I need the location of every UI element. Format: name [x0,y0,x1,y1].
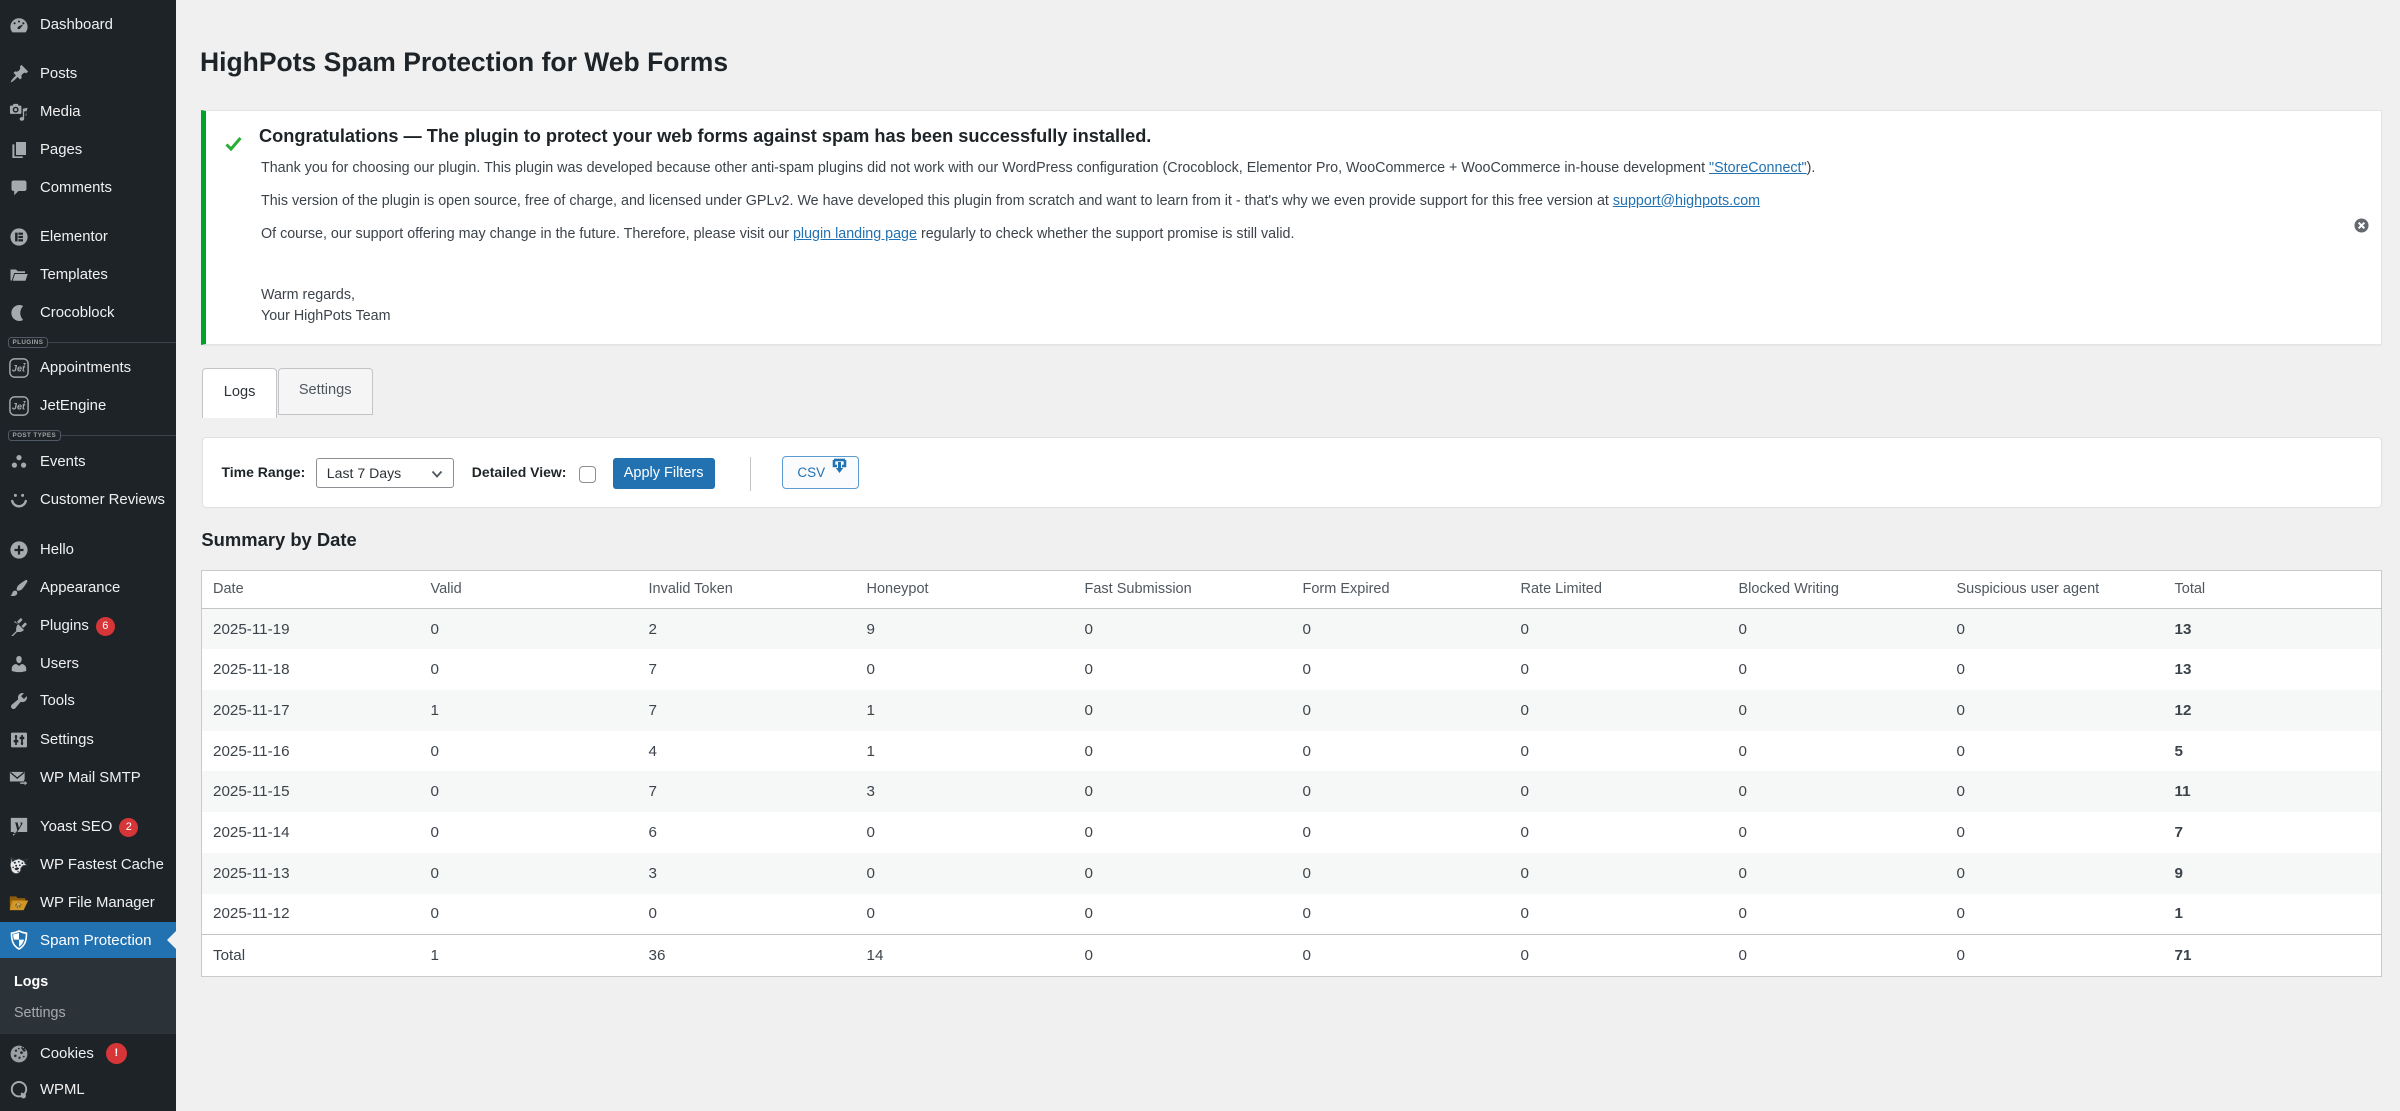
svg-text:y: y [13,816,23,835]
svg-text:W: W [15,902,22,909]
svg-text:Jet: Jet [12,402,26,412]
svg-text:Jet: Jet [12,364,26,374]
